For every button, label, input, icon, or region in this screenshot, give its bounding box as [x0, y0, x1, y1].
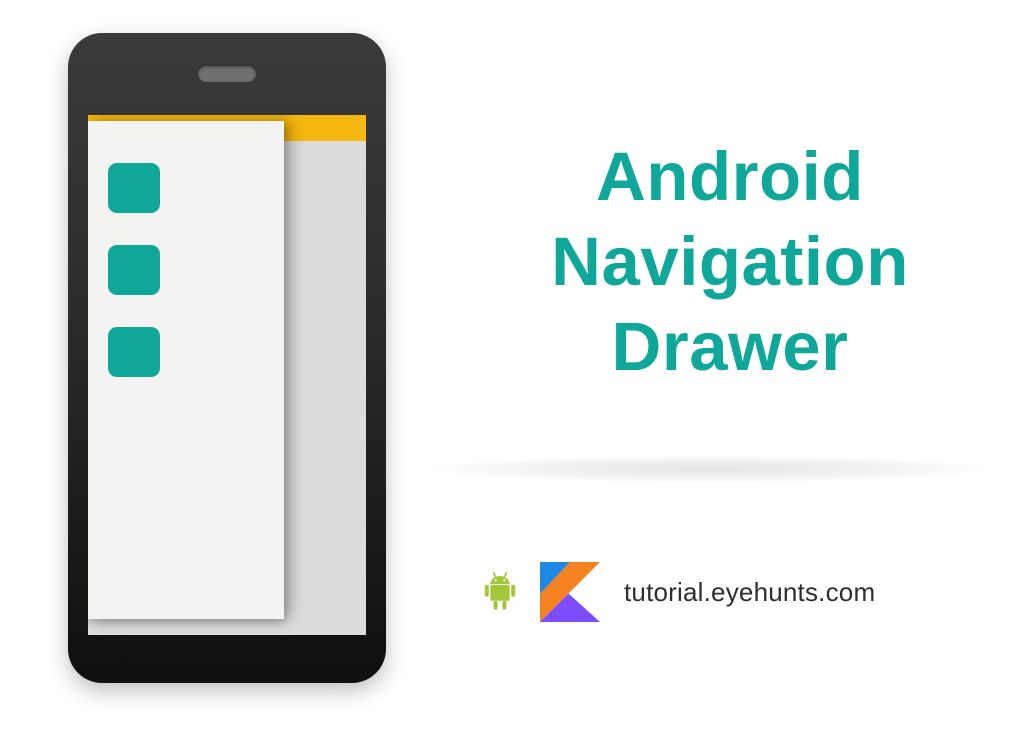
title-line-3: Drawer	[612, 308, 849, 385]
phone-speaker-slot	[198, 66, 256, 82]
drop-shadow-ellipse	[430, 455, 990, 483]
phone-screen	[88, 115, 366, 635]
navigation-drawer[interactable]	[88, 121, 284, 619]
title-line-1: Android	[596, 138, 864, 215]
title-line-2: Navigation	[551, 223, 909, 300]
drawer-item[interactable]	[108, 327, 160, 377]
title-text: Android Navigation Drawer	[470, 135, 990, 390]
drawer-item[interactable]	[108, 163, 160, 213]
footer: tutorial.eyehunts.com	[484, 562, 875, 622]
illustration-canvas: Android Navigation Drawer	[0, 0, 1024, 735]
drawer-item[interactable]	[108, 245, 160, 295]
site-url: tutorial.eyehunts.com	[624, 577, 875, 608]
android-icon	[484, 572, 516, 612]
phone-mockup	[68, 33, 386, 683]
kotlin-icon	[540, 562, 600, 622]
